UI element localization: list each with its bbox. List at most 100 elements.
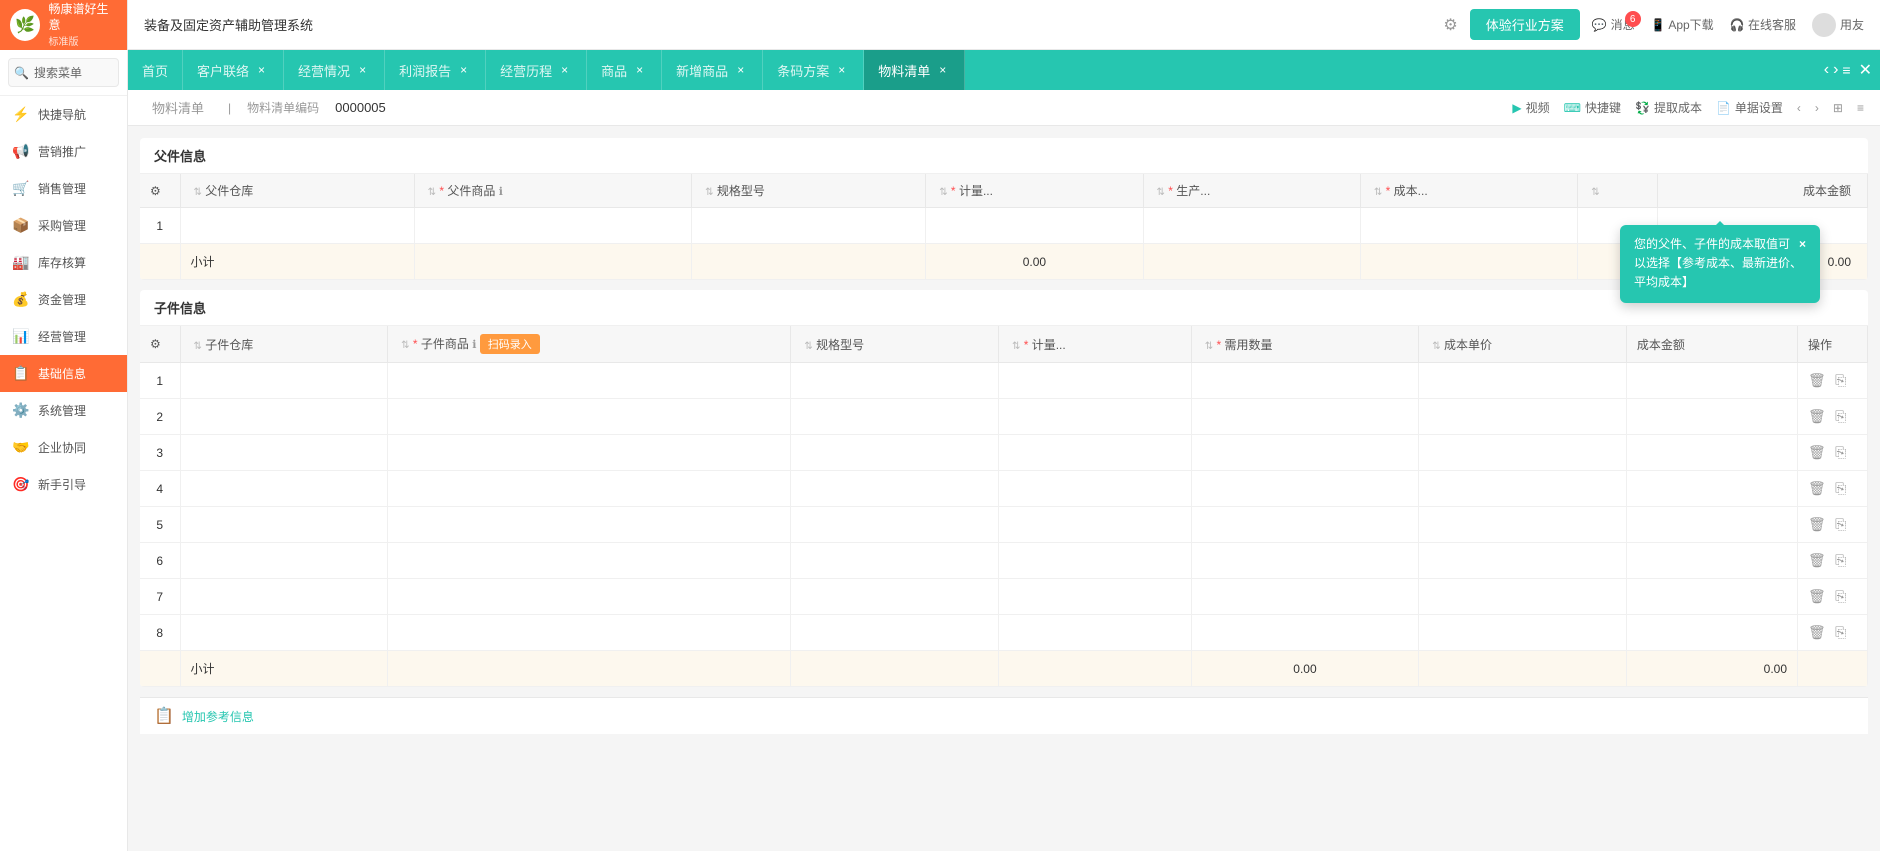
- delete-row-4[interactable]: 🗑: [1808, 480, 1826, 496]
- child-warehouse-2[interactable]: [180, 399, 388, 435]
- tab-goods-close[interactable]: ×: [632, 63, 647, 77]
- child-spec-6[interactable]: [791, 543, 999, 579]
- child-unit-cost-3[interactable]: [1419, 435, 1627, 471]
- sidebar-item-inventory[interactable]: 🏭 库存核算: [0, 244, 127, 281]
- nav-prev-btn[interactable]: ‹: [1797, 101, 1801, 115]
- trial-button[interactable]: 体验行业方案: [1470, 9, 1580, 40]
- child-unit-4[interactable]: [998, 471, 1191, 507]
- copy-row-8[interactable]: ⎘: [1835, 624, 1846, 640]
- child-unit-5[interactable]: [998, 507, 1191, 543]
- child-warehouse-4[interactable]: [180, 471, 388, 507]
- child-unit-cost-8[interactable]: [1419, 615, 1627, 651]
- child-unit-3[interactable]: [998, 435, 1191, 471]
- child-warehouse-5[interactable]: [180, 507, 388, 543]
- child-unit-cost-6[interactable]: [1419, 543, 1627, 579]
- child-product-5[interactable]: [388, 507, 791, 543]
- parent-production-cell[interactable]: [1143, 208, 1360, 244]
- delete-row-8[interactable]: 🗑: [1808, 624, 1826, 640]
- add-ref-label[interactable]: 增加参考信息: [182, 708, 254, 725]
- child-product-3[interactable]: [388, 435, 791, 471]
- sidebar-item-marketing[interactable]: 📢 营销推广: [0, 133, 127, 170]
- child-unit-8[interactable]: [998, 615, 1191, 651]
- tab-nav-next[interactable]: ›: [1833, 61, 1838, 79]
- tab-history[interactable]: 经营历程 ×: [486, 50, 587, 90]
- sidebar-item-sales[interactable]: 🛒 销售管理: [0, 170, 127, 207]
- child-qty-5[interactable]: [1191, 507, 1419, 543]
- parent-unit-cell[interactable]: [926, 208, 1143, 244]
- copy-row-5[interactable]: ⎘: [1835, 516, 1846, 532]
- child-qty-1[interactable]: [1191, 363, 1419, 399]
- child-spec-5[interactable]: [791, 507, 999, 543]
- child-warehouse-6[interactable]: [180, 543, 388, 579]
- tab-home[interactable]: 首页: [128, 50, 183, 90]
- child-unit-6[interactable]: [998, 543, 1191, 579]
- tab-customer-close[interactable]: ×: [254, 63, 269, 77]
- sidebar-item-finance[interactable]: 💰 资金管理: [0, 281, 127, 318]
- child-spec-3[interactable]: [791, 435, 999, 471]
- copy-row-4[interactable]: ⎘: [1835, 480, 1846, 496]
- extract-cost-action[interactable]: 💱 提取成本: [1635, 99, 1702, 116]
- copy-row-3[interactable]: ⎘: [1835, 444, 1846, 460]
- th-parent-settings[interactable]: ⚙: [140, 174, 180, 208]
- delete-row-3[interactable]: 🗑: [1808, 444, 1826, 460]
- copy-row-6[interactable]: ⎘: [1835, 552, 1846, 568]
- delete-row-2[interactable]: 🗑: [1808, 408, 1826, 424]
- grid-view-icon[interactable]: ⊞: [1833, 101, 1843, 115]
- delete-row-5[interactable]: 🗑: [1808, 516, 1826, 532]
- nav-next-btn[interactable]: ›: [1815, 101, 1819, 115]
- tab-operations-status[interactable]: 经营情况 ×: [284, 50, 385, 90]
- sidebar-item-guide[interactable]: 🎯 新手引导: [0, 466, 127, 503]
- shortcut-action[interactable]: ⌨ 快捷键: [1564, 99, 1621, 116]
- child-product-2[interactable]: [388, 399, 791, 435]
- online-service-link[interactable]: 🎧 在线客服: [1730, 16, 1796, 33]
- child-product-4[interactable]: [388, 471, 791, 507]
- child-unit-cost-1[interactable]: [1419, 363, 1627, 399]
- child-unit-cost-5[interactable]: [1419, 507, 1627, 543]
- sidebar-item-basic-info[interactable]: 📋 基础信息: [0, 355, 127, 392]
- th-child-settings[interactable]: ⚙: [140, 326, 180, 363]
- delete-row-1[interactable]: 🗑: [1808, 372, 1826, 388]
- single-settings-action[interactable]: 📄 单据设置: [1716, 99, 1783, 116]
- app-download-link[interactable]: 📱 App下载: [1651, 16, 1714, 33]
- child-product-1[interactable]: [388, 363, 791, 399]
- tab-bom-close[interactable]: ×: [935, 63, 950, 77]
- search-menu-button[interactable]: 🔍 搜索菜单: [8, 58, 119, 87]
- child-spec-1[interactable]: [791, 363, 999, 399]
- child-warehouse-3[interactable]: [180, 435, 388, 471]
- sidebar-item-quick-nav[interactable]: ⚡ 快捷导航: [0, 96, 127, 133]
- child-warehouse-1[interactable]: [180, 363, 388, 399]
- child-unit-cost-7[interactable]: [1419, 579, 1627, 615]
- list-view-icon[interactable]: ≡: [1857, 101, 1864, 115]
- delete-row-6[interactable]: 🗑: [1808, 552, 1826, 568]
- tab-nav-prev[interactable]: ‹: [1824, 61, 1829, 79]
- tab-list-icon[interactable]: ≡: [1842, 62, 1850, 78]
- delete-row-7[interactable]: 🗑: [1808, 588, 1826, 604]
- copy-row-7[interactable]: ⎘: [1835, 588, 1846, 604]
- parent-spec-cell[interactable]: [692, 208, 926, 244]
- child-qty-6[interactable]: [1191, 543, 1419, 579]
- child-spec-8[interactable]: [791, 615, 999, 651]
- child-unit-2[interactable]: [998, 399, 1191, 435]
- copy-row-1[interactable]: ⎘: [1835, 372, 1846, 388]
- child-spec-7[interactable]: [791, 579, 999, 615]
- tab-customer[interactable]: 客户联络 ×: [183, 50, 284, 90]
- tab-goods[interactable]: 商品 ×: [587, 50, 662, 90]
- child-qty-2[interactable]: [1191, 399, 1419, 435]
- tab-profit[interactable]: 利润报告 ×: [385, 50, 486, 90]
- parent-warehouse-cell[interactable]: [180, 208, 414, 244]
- child-unit-7[interactable]: [998, 579, 1191, 615]
- tooltip-close-button[interactable]: ×: [1799, 235, 1806, 254]
- tab-close-all[interactable]: ✕: [1859, 60, 1872, 80]
- child-warehouse-8[interactable]: [180, 615, 388, 651]
- parent-cost-cell[interactable]: [1360, 208, 1577, 244]
- tab-bom[interactable]: 物料清单 ×: [864, 50, 965, 90]
- child-product-6[interactable]: [388, 543, 791, 579]
- sidebar-item-system[interactable]: ⚙️ 系统管理: [0, 392, 127, 429]
- child-spec-4[interactable]: [791, 471, 999, 507]
- tab-history-close[interactable]: ×: [557, 63, 572, 77]
- tab-new-goods-close[interactable]: ×: [733, 63, 748, 77]
- tab-barcode-close[interactable]: ×: [834, 63, 849, 77]
- video-action[interactable]: ▶ 视频: [1512, 99, 1549, 116]
- tab-profit-close[interactable]: ×: [456, 63, 471, 77]
- message-badge[interactable]: 💬 消息 6: [1592, 16, 1635, 33]
